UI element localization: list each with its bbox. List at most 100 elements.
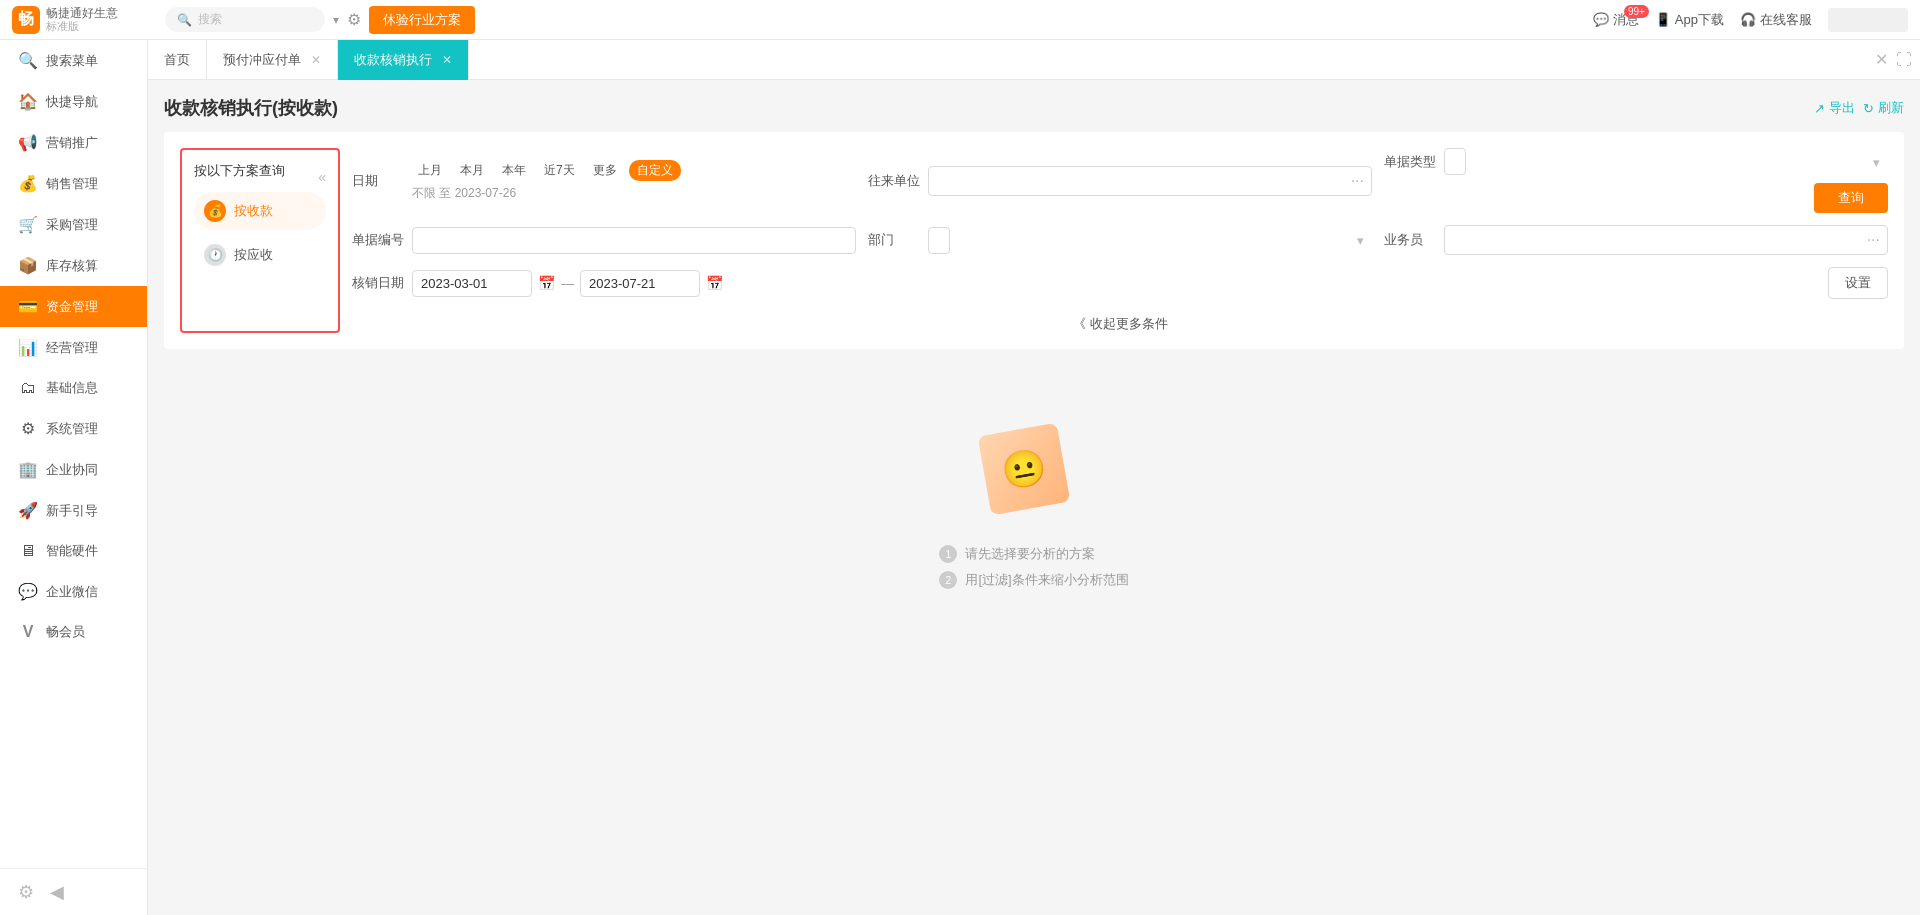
filter-collapse-icon[interactable]: « [318,169,326,185]
search-placeholder: 搜索 [198,11,222,28]
business-icon: 📊 [18,338,38,357]
sidebar-item-search[interactable]: 🔍 搜索菜单 [0,40,147,81]
sidebar-item-wechat[interactable]: 💬 企业微信 [0,571,147,612]
sidebar: 🔍 搜索菜单 🏠 快捷导航 📢 营销推广 💰 销售管理 🛒 采购管理 📦 库存核… [0,40,148,915]
message-btn[interactable]: 💬 消息 99+ [1593,11,1639,29]
sidebar-item-hardware[interactable]: 🖥 智能硬件 [0,531,147,571]
user-avatar[interactable] [1828,8,1908,32]
date-no-limit: 不限 至 2023-07-26 [412,185,856,202]
tab-close-collection[interactable]: ✕ [442,53,452,67]
basic-icon: 🗂 [18,379,38,397]
query-btn[interactable]: 查询 [1814,183,1888,213]
sidebar-item-guide[interactable]: 🚀 新手引导 [0,490,147,531]
filter-dept-field: 部门 [868,225,1372,255]
sidebar-item-basic[interactable]: 🗂 基础信息 [0,368,147,408]
date-label: 日期 [352,172,404,190]
message-badge: 99+ [1624,5,1649,18]
verifydate-end-input[interactable] [580,270,700,297]
date-chip-thismonth[interactable]: 本月 [454,160,490,181]
filter-doctype-field: 单据类型 [1384,148,1888,175]
collapse-more-icon: 《 [1073,315,1086,333]
counterparty-label: 往来单位 [868,172,920,190]
verifydate-range: 📅 — 📅 [412,270,723,297]
hardware-icon: 🖥 [18,542,38,560]
verifydate-start-input[interactable] [412,270,532,297]
date-chip-thisyear[interactable]: 本年 [496,160,532,181]
sidebar-item-inventory[interactable]: 📦 库存核算 [0,245,147,286]
filter-verifydate-field: 核销日期 📅 — 📅 [352,267,1372,299]
setting-btn[interactable]: 设置 [1828,267,1888,299]
industry-btn[interactable]: 休验行业方案 [369,6,475,34]
tab-prepay[interactable]: 预付冲应付单 ✕ [207,40,338,80]
dept-label: 部门 [868,231,920,249]
main-layout: 🔍 搜索菜单 🏠 快捷导航 📢 营销推广 💰 销售管理 🛒 采购管理 📦 库存核… [0,40,1920,915]
export-btn[interactable]: ↗ 导出 [1814,99,1855,117]
empty-hint-1: 1 请先选择要分析的方案 [939,545,1128,563]
collapse-more-btn[interactable]: 《 收起更多条件 [1073,315,1168,333]
staff-label: 业务员 [1384,231,1436,249]
settings-bottom-icon[interactable]: ⚙ [18,881,34,903]
sidebar-item-vip[interactable]: V 畅会员 [0,612,147,652]
dropdown-arrow-icon[interactable]: ▾ [333,13,339,27]
sidebar-item-marketing[interactable]: 📢 营销推广 [0,122,147,163]
tab-collection[interactable]: 收款核销执行 ✕ [338,40,469,80]
top-bar-center: 🔍 搜索 ▾ ⚙ 休验行业方案 [165,6,1585,34]
verifydate-end-calendar-icon[interactable]: 📅 [706,275,723,291]
doc-type-and-query: 单据类型 查询 [1384,148,1888,213]
docno-input[interactable] [412,227,856,254]
app-title: 畅捷通好生意 标准版 [46,6,118,34]
sidebar-bottom: ⚙ ◀ [0,868,147,915]
tab-close-prepay[interactable]: ✕ [311,53,321,67]
filter-option-by-receivable[interactable]: 🕐 按应收 [194,236,326,274]
tab-actions: ✕ ⛶ [1867,50,1920,69]
settings-icon[interactable]: ⚙ [347,10,361,29]
filter-section-title: 按以下方案查询 [194,162,285,180]
doctype-select[interactable] [1444,148,1466,175]
counterparty-dots[interactable]: ··· [1351,172,1364,190]
empty-hints: 1 请先选择要分析的方案 2 用[过滤]条件来缩小分析范围 [939,545,1128,589]
filter-fields: 日期 上月 本月 本年 近7天 更多 自定义 不限 至 2023-07-26 [352,148,1888,333]
date-chips: 上月 本月 本年 近7天 更多 自定义 [412,160,856,181]
page-header: 收款核销执行(按收款) ↗ 导出 ↻ 刷新 [164,96,1904,120]
close-tab-icon[interactable]: ✕ [1875,50,1888,69]
sidebar-item-purchase[interactable]: 🛒 采购管理 [0,204,147,245]
sidebar-item-system[interactable]: ⚙ 系统管理 [0,408,147,449]
guide-icon: 🚀 [18,501,38,520]
date-chip-more[interactable]: 更多 [587,160,623,181]
date-chip-custom[interactable]: 自定义 [629,160,681,181]
sidebar-item-enterprise[interactable]: 🏢 企业协同 [0,449,147,490]
online-service-btn[interactable]: 🎧 在线客服 [1740,11,1812,29]
filter-staff-field: 业务员 ··· [1384,225,1888,255]
sidebar-item-finance[interactable]: 💳 资金管理 [0,286,147,327]
inventory-icon: 📦 [18,256,38,275]
date-chip-lastmonth[interactable]: 上月 [412,160,448,181]
date-chip-7days[interactable]: 近7天 [538,160,581,181]
sidebar-item-sales[interactable]: 💰 销售管理 [0,163,147,204]
brand: 畅 畅捷通好生意 标准版 [12,6,157,34]
sidebar-item-business[interactable]: 📊 经营管理 [0,327,147,368]
search-icon: 🔍 [18,51,38,70]
verifydate-label: 核销日期 [352,274,404,292]
filter-panel: 按以下方案查询 « 💰 按收款 🕐 按应收 [164,132,1904,349]
date-separator: — [561,276,574,291]
collapse-sidebar-icon[interactable]: ◀ [50,881,64,903]
empty-hint-num-2: 2 [939,571,957,589]
page-title: 收款核销执行(按收款) [164,96,338,120]
refresh-btn[interactable]: ↻ 刷新 [1863,99,1904,117]
sidebar-item-quicknav[interactable]: 🏠 快捷导航 [0,81,147,122]
search-box[interactable]: 🔍 搜索 [165,7,325,32]
marketing-icon: 📢 [18,133,38,152]
collapse-more-row: 《 收起更多条件 [352,311,1888,333]
staff-dots[interactable]: ··· [1867,231,1880,249]
page-content: 收款核销执行(按收款) ↗ 导出 ↻ 刷新 按以下方 [148,80,1920,915]
filter-docno-field: 单据编号 [352,225,856,255]
filter-option-by-receipt[interactable]: 💰 按收款 [194,192,326,230]
verifydate-start-calendar-icon[interactable]: 📅 [538,275,555,291]
maximize-tab-icon[interactable]: ⛶ [1896,51,1912,69]
dept-select[interactable] [928,227,950,254]
vip-icon: V [18,623,38,641]
tab-home[interactable]: 首页 [148,40,207,80]
empty-hint-num-1: 1 [939,545,957,563]
app-download-btn[interactable]: 📱 App下载 [1655,11,1724,29]
empty-state: 😐 1 请先选择要分析的方案 2 用[过滤]条件来缩小分析范围 [164,349,1904,669]
